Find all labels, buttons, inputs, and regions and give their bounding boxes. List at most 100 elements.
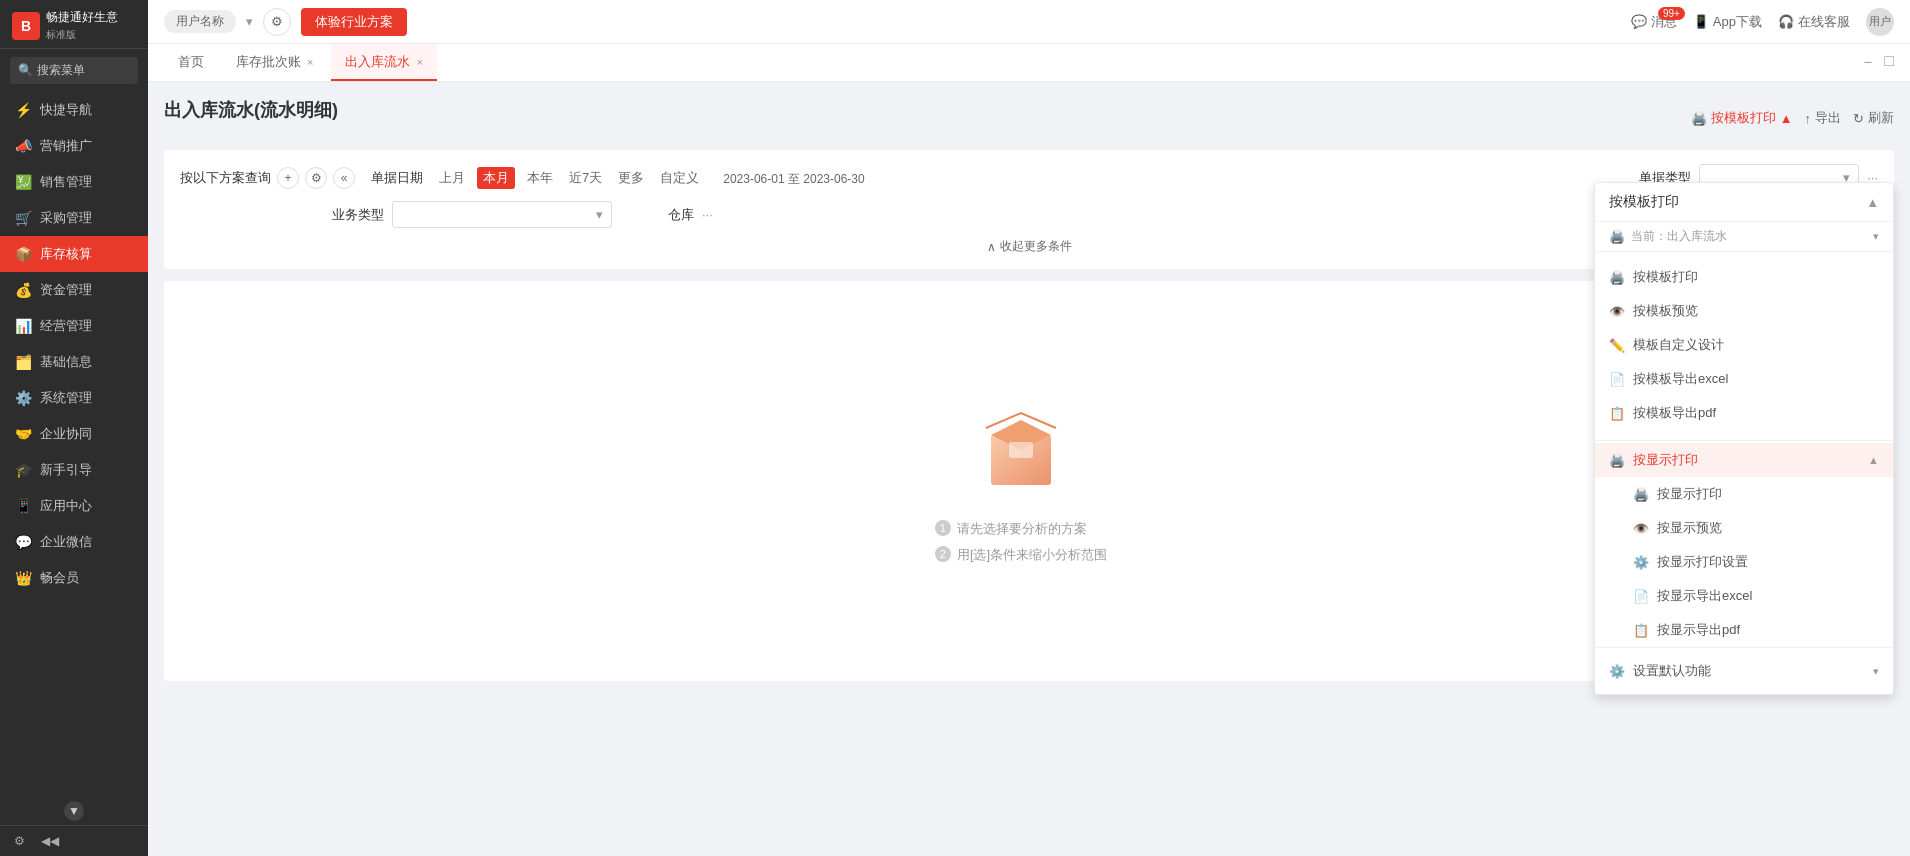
online-service-btn[interactable]: 🎧 在线客服 bbox=[1778, 13, 1850, 31]
sidebar-collapse-btn[interactable]: ◀◀ bbox=[41, 834, 59, 848]
sidebar-item-sales[interactable]: 💹 销售管理 bbox=[0, 164, 148, 200]
filter-warehouse-section: 仓库 ··· bbox=[668, 206, 713, 224]
sidebar-item-quick-nav[interactable]: ⚡ 快捷导航 bbox=[0, 92, 148, 128]
warehouse-more-btn[interactable]: ··· bbox=[702, 207, 713, 222]
purchase-icon: 🛒 bbox=[14, 209, 32, 227]
dropdown-item-template-excel[interactable]: 📄 按模板导出excel bbox=[1595, 362, 1893, 396]
sidebar-label: 基础信息 bbox=[40, 353, 92, 371]
sidebar-item-marketing[interactable]: 📣 营销推广 bbox=[0, 128, 148, 164]
dropdown-item-template-preview[interactable]: 👁️ 按模板预览 bbox=[1595, 294, 1893, 328]
display-excel-label: 按显示导出excel bbox=[1657, 587, 1752, 605]
template-preview-label: 按模板预览 bbox=[1633, 302, 1698, 320]
date-opt-custom[interactable]: 自定义 bbox=[656, 167, 703, 189]
sidebar: B 畅捷通好生意 标准版 🔍 搜索菜单 ⚡ 快捷导航 📣 营销推广 💹 销售管理… bbox=[0, 0, 148, 856]
sidebar-label: 畅会员 bbox=[40, 569, 79, 587]
empty-state-icon bbox=[971, 400, 1071, 500]
sidebar-label: 快捷导航 bbox=[40, 101, 92, 119]
message-btn[interactable]: 💬 消息 99+ bbox=[1631, 13, 1677, 31]
filter-add-btn[interactable]: + bbox=[277, 167, 299, 189]
dropdown-item-display-excel[interactable]: 📄 按显示导出excel bbox=[1595, 579, 1893, 613]
date-opt-7days[interactable]: 近7天 bbox=[565, 167, 606, 189]
avatar[interactable]: 用户 bbox=[1866, 8, 1894, 36]
current-icon: 🖨️ bbox=[1609, 229, 1625, 244]
dropdown-item-display-print[interactable]: 🖨️ 按显示打印 bbox=[1595, 477, 1893, 511]
sidebar-item-basic[interactable]: 🗂️ 基础信息 bbox=[0, 344, 148, 380]
finance-icon: 💰 bbox=[14, 281, 32, 299]
tab-home-label: 首页 bbox=[178, 53, 204, 71]
header-dropdown-btn[interactable]: ▾ bbox=[246, 14, 253, 29]
sidebar-label: 营销推广 bbox=[40, 137, 92, 155]
logo-icon: B bbox=[12, 12, 40, 40]
tab-inventory-batch[interactable]: 库存批次账 × bbox=[222, 44, 327, 81]
message-badge: 99+ bbox=[1658, 7, 1685, 20]
date-opt-more[interactable]: 更多 bbox=[614, 167, 648, 189]
tab-minimize-btn[interactable]: － bbox=[1860, 52, 1876, 73]
chevron-up-icon: ∧ bbox=[987, 240, 996, 254]
gear-icon: ⚙ bbox=[14, 834, 25, 848]
tab-flow[interactable]: 出入库流水 × bbox=[331, 44, 436, 81]
current-label: 当前：出入库流水 bbox=[1631, 228, 1727, 245]
tab-home[interactable]: 首页 bbox=[164, 44, 218, 81]
dropdown-set-default-btn[interactable]: ⚙️ 设置默认功能 ▾ bbox=[1609, 656, 1879, 686]
refresh-label: 刷新 bbox=[1868, 109, 1894, 127]
dropdown-item-display-section[interactable]: 🖨️ 按显示打印 ▲ bbox=[1595, 443, 1893, 477]
search-icon: 🔍 bbox=[18, 63, 33, 77]
collapse-icon: ◀◀ bbox=[41, 834, 59, 848]
tab-flow-close[interactable]: × bbox=[416, 56, 422, 68]
trial-btn[interactable]: 体验行业方案 bbox=[301, 8, 407, 36]
scroll-down-btn[interactable]: ▼ bbox=[64, 801, 84, 821]
tab-maximize-btn[interactable]: □ bbox=[1884, 52, 1894, 73]
sidebar-item-finance[interactable]: 💰 资金管理 bbox=[0, 272, 148, 308]
refresh-icon: ↻ bbox=[1853, 111, 1864, 126]
dropdown-title: 按模板打印 bbox=[1609, 193, 1679, 211]
sidebar-item-inventory[interactable]: 📦 库存核算 bbox=[0, 236, 148, 272]
sidebar-item-purchase[interactable]: 🛒 采购管理 bbox=[0, 200, 148, 236]
warehouse-input-area: ··· bbox=[702, 207, 713, 222]
date-opt-prev-month[interactable]: 上月 bbox=[435, 167, 469, 189]
date-opt-this-year[interactable]: 本年 bbox=[523, 167, 557, 189]
sidebar-item-apps[interactable]: 📱 应用中心 bbox=[0, 488, 148, 524]
dropdown-item-template-design[interactable]: ✏️ 模板自定义设计 bbox=[1595, 328, 1893, 362]
sidebar-settings-btn[interactable]: ⚙ bbox=[14, 834, 25, 848]
refresh-btn[interactable]: ↻ 刷新 bbox=[1853, 109, 1894, 127]
display-section-arrow: ▲ bbox=[1868, 454, 1879, 466]
header-settings-btn[interactable]: ⚙ bbox=[263, 8, 291, 36]
biz-type-select-arrow: ▾ bbox=[596, 207, 603, 222]
search-menu-button[interactable]: 🔍 搜索菜单 bbox=[10, 57, 138, 84]
sidebar-label: 新手引导 bbox=[40, 461, 92, 479]
filter-title-label: 按以下方案查询 bbox=[180, 169, 271, 187]
dropdown-item-display-print-settings[interactable]: ⚙️ 按显示打印设置 bbox=[1595, 545, 1893, 579]
biz-type-select[interactable]: ▾ bbox=[392, 201, 612, 228]
set-default-icon: ⚙️ bbox=[1609, 664, 1625, 679]
template-print-item-label: 按模板打印 bbox=[1633, 268, 1698, 286]
dropdown-item-display-pdf[interactable]: 📋 按显示导出pdf bbox=[1595, 613, 1893, 647]
tabs-bar: 首页 库存批次账 × 出入库流水 × － □ bbox=[148, 44, 1910, 82]
brand-name: 畅捷通好生意 bbox=[46, 10, 118, 26]
dropdown-item-template-print[interactable]: 🖨️ 按模板打印 bbox=[1595, 260, 1893, 294]
header-right: 💬 消息 99+ 📱 App下载 🎧 在线客服 用户 bbox=[1631, 8, 1894, 36]
sidebar-item-operation[interactable]: 📊 经营管理 bbox=[0, 308, 148, 344]
sidebar-item-system[interactable]: ⚙️ 系统管理 bbox=[0, 380, 148, 416]
set-default-arrow: ▾ bbox=[1873, 665, 1879, 678]
filter-collapse-btn[interactable]: « bbox=[333, 167, 355, 189]
tab-inventory-batch-close[interactable]: × bbox=[307, 56, 313, 68]
sidebar-item-wechat[interactable]: 💬 企业微信 bbox=[0, 524, 148, 560]
sidebar-logo: B 畅捷通好生意 标准版 bbox=[0, 0, 148, 49]
dropdown-header: 按模板打印 ▲ bbox=[1595, 183, 1893, 222]
dropdown-item-template-pdf[interactable]: 📋 按模板导出pdf bbox=[1595, 396, 1893, 430]
template-print-btn[interactable]: 🖨️ 按模板打印 ▲ bbox=[1691, 109, 1793, 127]
sidebar-bottom: ⚙ ◀◀ bbox=[0, 825, 148, 856]
sidebar-item-guide[interactable]: 🎓 新手引导 bbox=[0, 452, 148, 488]
collapse-more-btn[interactable]: ∧ 收起更多条件 bbox=[987, 238, 1072, 255]
date-opt-this-month[interactable]: 本月 bbox=[477, 167, 515, 189]
dropdown-item-display-preview[interactable]: 👁️ 按显示预览 bbox=[1595, 511, 1893, 545]
dropdown-header-arrow-btn[interactable]: ▲ bbox=[1866, 195, 1879, 210]
sidebar-item-collab[interactable]: 🤝 企业协同 bbox=[0, 416, 148, 452]
app-download-btn[interactable]: 📱 App下载 bbox=[1693, 13, 1762, 31]
filter-settings-btn[interactable]: ⚙ bbox=[305, 167, 327, 189]
sidebar-item-vip[interactable]: 👑 畅会员 bbox=[0, 560, 148, 596]
export-btn[interactable]: ↑ 导出 bbox=[1805, 109, 1842, 127]
display-print-settings-icon: ⚙️ bbox=[1633, 554, 1649, 570]
marketing-icon: 📣 bbox=[14, 137, 32, 155]
sidebar-label: 资金管理 bbox=[40, 281, 92, 299]
